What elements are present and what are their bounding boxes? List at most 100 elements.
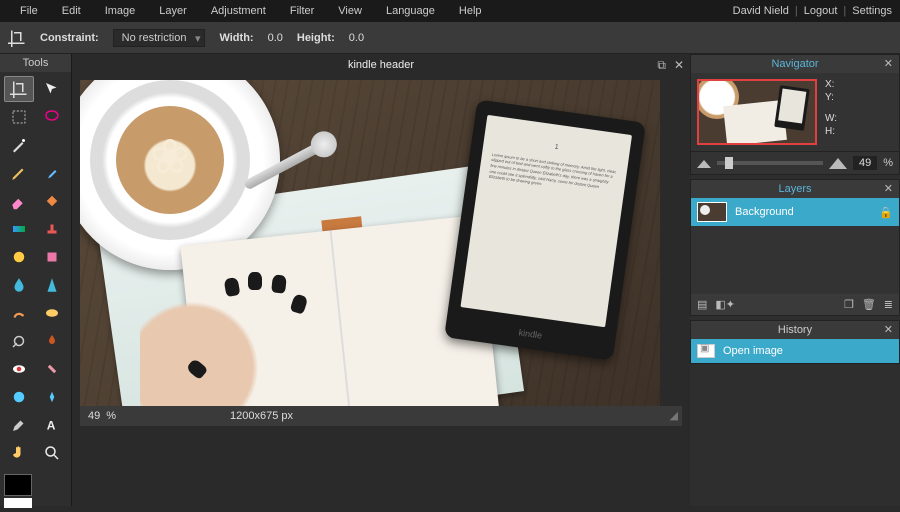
history-title: History ✕ [691, 321, 899, 339]
color-replace-tool[interactable] [4, 244, 34, 270]
close-icon[interactable]: ✕ [884, 57, 893, 70]
zoom-out-icon[interactable] [697, 158, 711, 168]
history-panel: History ✕ Open image [690, 320, 900, 364]
popout-icon[interactable]: ⧉ [657, 58, 666, 73]
sharpen-tool[interactable] [37, 272, 67, 298]
height-label: Height: [297, 32, 335, 44]
menu-bar: File Edit Image Layer Adjustment Filter … [0, 0, 900, 22]
sponge-tool[interactable] [37, 300, 67, 326]
navigator-zoom-value[interactable]: 49 [853, 156, 877, 170]
close-icon[interactable]: ✕ [884, 182, 893, 195]
zoom-tool[interactable] [37, 440, 67, 466]
layer-thumbnail [697, 202, 727, 222]
layers-panel: Layers ✕ Background 🔒 ▤ ◧✦ ❐ 🗑 ≣ [690, 179, 900, 316]
crop-icon [8, 29, 26, 47]
navigator-readout: X: Y: W: H: [825, 79, 837, 145]
brush-tool[interactable] [37, 160, 67, 186]
menu-left: File Edit Image Layer Adjustment Filter … [8, 1, 494, 21]
width-value[interactable]: 0.0 [268, 32, 283, 44]
document-title: kindle header [348, 59, 414, 71]
gradient-tool[interactable] [4, 216, 34, 242]
pencil-tool[interactable] [4, 160, 34, 186]
close-icon[interactable]: ✕ [884, 323, 893, 336]
zoom-value[interactable]: 49 [88, 410, 100, 422]
redeye-tool[interactable] [4, 356, 34, 382]
open-image-icon [697, 344, 715, 358]
zoom-in-icon[interactable] [829, 157, 847, 169]
canvas[interactable]: 1 Lorem ipsum to be a short and striking… [80, 80, 660, 406]
burn-tool[interactable] [37, 328, 67, 354]
layer-settings-icon[interactable]: ≣ [884, 298, 893, 311]
menu-file[interactable]: File [8, 1, 50, 21]
layers-title: Layers ✕ [691, 180, 899, 198]
paint-bucket-tool[interactable] [37, 188, 67, 214]
nav-w: W: [825, 113, 837, 124]
delete-layer-icon[interactable]: 🗑 [862, 298, 876, 311]
tools-panel: Tools A [0, 54, 72, 506]
nav-x: X: [825, 79, 837, 90]
layer-name: Background [735, 206, 794, 218]
background-swatch[interactable] [4, 498, 32, 508]
menu-adjustment[interactable]: Adjustment [199, 1, 278, 21]
resize-grip-icon[interactable]: ◢ [670, 409, 678, 422]
duplicate-layer-icon[interactable]: ❐ [844, 298, 854, 311]
divider: | [843, 5, 846, 17]
blur-tool[interactable] [4, 272, 34, 298]
divider: | [795, 5, 798, 17]
logout-link[interactable]: Logout [804, 5, 838, 17]
pinch-tool[interactable] [37, 384, 67, 410]
navigator-title-text: Navigator [771, 58, 818, 70]
close-tab-icon[interactable]: ✕ [674, 58, 684, 73]
dodge-tool[interactable] [4, 328, 34, 354]
canvas-status-bar: 49 % 1200x675 px ◢ [80, 406, 682, 426]
menu-view[interactable]: View [326, 1, 374, 21]
workspace: kindle header ⧉ ✕ 1 [72, 54, 690, 506]
crop-tool[interactable] [4, 76, 34, 102]
navigator-panel: Navigator ✕ X: Y: W: H: 49 [690, 54, 900, 175]
marquee-tool[interactable] [4, 104, 34, 130]
settings-link[interactable]: Settings [852, 5, 892, 17]
navigator-zoom-unit: % [883, 157, 893, 169]
history-item[interactable]: Open image [691, 339, 899, 363]
constraint-select[interactable]: No restriction [113, 29, 206, 47]
navigator-title: Navigator ✕ [691, 55, 899, 73]
type-tool[interactable]: A [37, 412, 67, 438]
tool-options-bar: Constraint: No restriction Width: 0.0 He… [0, 22, 900, 54]
zoom-slider[interactable] [717, 161, 823, 165]
lasso-tool[interactable] [37, 104, 67, 130]
new-layer-icon[interactable]: ▤ [697, 298, 707, 311]
draw-tool[interactable] [37, 244, 67, 270]
menu-edit[interactable]: Edit [50, 1, 93, 21]
document-tab: kindle header ⧉ ✕ [72, 54, 690, 76]
wand-tool[interactable] [4, 132, 34, 158]
tools-grid: A [0, 72, 71, 470]
canvas-dimensions: 1200x675 px [230, 410, 293, 422]
layer-mask-icon[interactable]: ◧✦ [715, 298, 735, 311]
spacer [37, 132, 67, 158]
bloat-tool[interactable] [4, 384, 34, 410]
navigator-thumbnail[interactable] [697, 79, 817, 145]
move-tool[interactable] [37, 76, 67, 102]
foreground-swatch[interactable] [4, 474, 32, 496]
menu-filter[interactable]: Filter [278, 1, 326, 21]
menu-layer[interactable]: Layer [147, 1, 199, 21]
right-panels: Navigator ✕ X: Y: W: H: 49 [690, 54, 900, 506]
svg-text:A: A [46, 419, 55, 433]
height-value[interactable]: 0.0 [349, 32, 364, 44]
constraint-label: Constraint: [40, 32, 99, 44]
layer-row[interactable]: Background 🔒 [691, 198, 899, 226]
lock-icon[interactable]: 🔒 [879, 206, 893, 219]
menu-language[interactable]: Language [374, 1, 447, 21]
history-title-text: History [778, 324, 812, 336]
eraser-tool[interactable] [4, 188, 34, 214]
zoom-unit: % [106, 410, 116, 422]
user-name[interactable]: David Nield [733, 5, 789, 17]
clone-stamp-tool[interactable] [37, 216, 67, 242]
smudge-tool[interactable] [4, 300, 34, 326]
menu-help[interactable]: Help [447, 1, 494, 21]
menu-image[interactable]: Image [93, 1, 148, 21]
hand-tool[interactable] [4, 440, 34, 466]
tools-title: Tools [0, 54, 71, 72]
spot-heal-tool[interactable] [37, 356, 67, 382]
colorpicker-tool[interactable] [4, 412, 34, 438]
